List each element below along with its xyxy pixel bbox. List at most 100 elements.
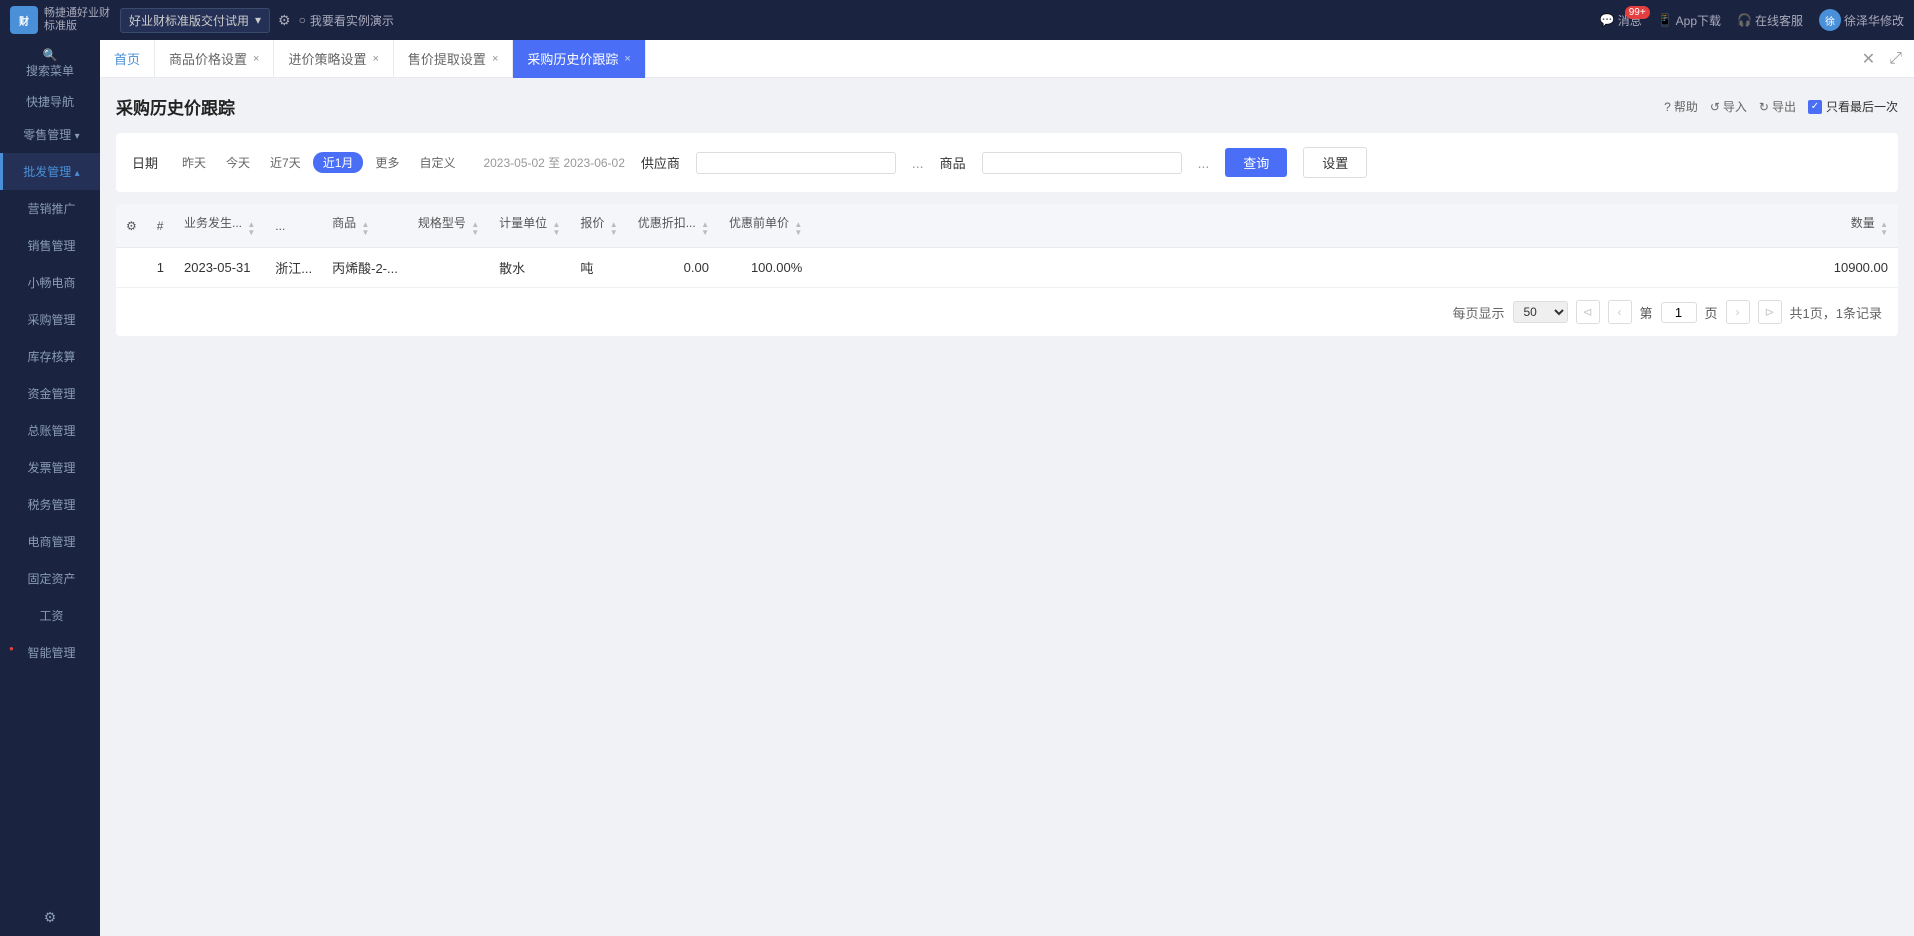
sidebar-item-assets[interactable]: 固定资产 xyxy=(0,560,100,597)
sort-arrows: ▲▼ xyxy=(247,221,255,237)
date-btn-today[interactable]: 今天 xyxy=(218,152,258,173)
export-icon: ↻ xyxy=(1759,100,1769,114)
page-input[interactable] xyxy=(1661,302,1697,323)
online-service-btn[interactable]: 🎧 在线客服 xyxy=(1737,12,1803,29)
supplier-more-icon[interactable]: ... xyxy=(912,155,924,171)
table-body: 1 2023-05-31 浙江... 丙烯酸-2-... 散水 吨 0.00 1… xyxy=(116,248,1898,288)
cell-date: 2023-05-31 xyxy=(174,248,265,288)
sidebar-item-retail[interactable]: 零售管理 ▾ xyxy=(0,116,100,153)
next-page-btn[interactable]: › xyxy=(1726,300,1750,324)
tab-goods-price[interactable]: 商品价格设置 × xyxy=(155,40,274,78)
sidebar-item-ledger[interactable]: 总账管理 xyxy=(0,412,100,449)
sidebar-item-salary[interactable]: 工资 xyxy=(0,597,100,634)
sidebar-item-label: 工资 xyxy=(39,609,63,623)
cell-price: 0.00 xyxy=(628,248,719,288)
close-icon[interactable]: × xyxy=(253,53,259,65)
sidebar-item-purchase[interactable]: 采购管理 xyxy=(0,301,100,338)
export-btn[interactable]: ↻ 导出 xyxy=(1759,98,1796,115)
close-icon[interactable]: × xyxy=(492,53,498,65)
date-btn-custom[interactable]: 自定义 xyxy=(411,152,463,173)
sidebar-item-label: 小畅电商 xyxy=(27,276,75,290)
sidebar-item-ai[interactable]: 智能管理 xyxy=(0,634,100,671)
goods-more-icon[interactable]: ... xyxy=(1198,155,1210,171)
sidebar-item-marketing[interactable]: 营销推广 xyxy=(0,190,100,227)
sidebar-item-label: 采购管理 xyxy=(27,313,75,327)
date-btn-yesterday[interactable]: 昨天 xyxy=(174,152,214,173)
edition-select[interactable]: 好业财标准版交付试用 ▾ xyxy=(120,8,270,33)
help-btn[interactable]: ? 帮助 xyxy=(1664,98,1698,115)
col-header-spec[interactable]: 规格型号 ▲▼ xyxy=(408,204,489,248)
tab-label: 进价策略设置 xyxy=(288,49,366,68)
sidebar-item-ecommerce-small[interactable]: 小畅电商 xyxy=(0,264,100,301)
sidebar-item-label: 批发管理 xyxy=(23,165,71,179)
sidebar-item-tax[interactable]: 税务管理 xyxy=(0,486,100,523)
demo-btn[interactable]: ○ 我要看实例演示 xyxy=(299,12,394,29)
prev-page-btn[interactable]: ‹ xyxy=(1608,300,1632,324)
col-header-goods[interactable]: 商品 ▲▼ xyxy=(322,204,408,248)
settings-icon-btn[interactable]: ⚙ xyxy=(278,12,291,29)
sidebar-item-label: 资金管理 xyxy=(27,387,75,401)
col-header-discount[interactable]: 优惠折扣... ▲▼ xyxy=(628,204,719,248)
table-wrap: ⚙ # 业务发生... ▲▼ ... 商品 ▲▼ xyxy=(116,204,1898,336)
sidebar-item-wholesale[interactable]: 批发管理 ▴ xyxy=(0,153,100,190)
tab-bar-controls: ✕ ⤢ xyxy=(1858,47,1914,71)
col-header-price[interactable]: 报价 ▲▼ xyxy=(570,204,627,248)
date-btn-1month[interactable]: 近1月 xyxy=(313,152,364,173)
close-tab-btn[interactable]: ✕ xyxy=(1858,47,1879,71)
col-header-unit[interactable]: 计量单位 ▲▼ xyxy=(489,204,570,248)
sidebar-item-inventory[interactable]: 库存核算 xyxy=(0,338,100,375)
tab-sale-extract[interactable]: 售价提取设置 × xyxy=(394,40,513,78)
col-header-gear[interactable]: ⚙ xyxy=(116,204,147,248)
expand-icon: ▾ xyxy=(75,131,80,142)
filter-settings-btn[interactable]: 设置 xyxy=(1303,147,1367,178)
sidebar-item-label: 发票管理 xyxy=(27,461,75,475)
main-layout: 🔍 搜索菜单 快捷导航 零售管理 ▾ 批发管理 ▴ 营销推广 销售管理 小畅电商… xyxy=(0,40,1914,936)
import-btn[interactable]: ↺ 导入 xyxy=(1710,98,1747,115)
sidebar-item-finance[interactable]: 资金管理 xyxy=(0,375,100,412)
tab-purchase-history[interactable]: 采购历史价跟踪 × xyxy=(513,40,645,78)
first-page-btn[interactable]: ⊲ xyxy=(1576,300,1600,324)
close-icon[interactable]: × xyxy=(372,53,378,65)
import-icon: ↺ xyxy=(1710,100,1720,114)
per-page-select[interactable]: 50 10 20 100 xyxy=(1513,301,1568,323)
col-header-base-price[interactable]: 优惠前单价 ▲▼ xyxy=(719,204,812,248)
goods-input[interactable] xyxy=(982,152,1182,174)
tab-label: 首页 xyxy=(114,49,140,68)
cell-base-price: 10900.00 xyxy=(812,248,1898,288)
close-icon[interactable]: × xyxy=(624,53,630,65)
only-last-checkbox[interactable]: ✓ 只看最后一次 xyxy=(1808,98,1898,115)
date-btn-more[interactable]: 更多 xyxy=(367,152,407,173)
query-btn[interactable]: 查询 xyxy=(1225,148,1287,177)
page-header: 采购历史价跟踪 ? 帮助 ↺ 导入 ↻ 导出 ✓ xyxy=(116,94,1898,119)
sidebar-item-label: 电商管理 xyxy=(27,535,75,549)
tab-label: 售价提取设置 xyxy=(408,49,486,68)
sidebar-item-label: 智能管理 xyxy=(27,646,75,660)
sidebar-settings-btn[interactable]: ⚙ xyxy=(0,899,100,936)
help-icon: ? xyxy=(1664,100,1671,114)
filter-row: 日期 昨天 今天 近7天 近1月 更多 自定义 2023-05-02 至 202… xyxy=(132,147,1882,178)
sidebar-item-invoice[interactable]: 发票管理 xyxy=(0,449,100,486)
sidebar-search[interactable]: 🔍 搜索菜单 xyxy=(0,40,100,87)
page-suffix: 页 xyxy=(1705,303,1718,322)
col-header-dots[interactable]: ... xyxy=(265,204,322,248)
user-profile-btn[interactable]: 徐 徐泽华修改 xyxy=(1819,9,1904,31)
col-header-qty[interactable]: 数量 ▲▼ xyxy=(812,204,1898,248)
tab-purchase-strategy[interactable]: 进价策略设置 × xyxy=(274,40,393,78)
sidebar-item-ecommerce[interactable]: 电商管理 xyxy=(0,523,100,560)
sidebar-quick-nav[interactable]: 快捷导航 xyxy=(0,87,100,116)
logo-text: 畅捷通好业财 标准版 xyxy=(44,7,110,33)
notification-btn[interactable]: 💬 消息 99+ xyxy=(1600,12,1642,29)
cell-gear[interactable] xyxy=(116,248,147,288)
app-download-btn[interactable]: 📱 App下载 xyxy=(1658,12,1721,29)
sidebar-item-label: 销售管理 xyxy=(27,239,75,253)
sidebar-item-sales[interactable]: 销售管理 xyxy=(0,227,100,264)
tab-home[interactable]: 首页 xyxy=(100,40,155,78)
maximize-tab-btn[interactable]: ⤢ xyxy=(1885,48,1906,70)
date-btn-7days[interactable]: 近7天 xyxy=(262,152,309,173)
demo-icon: ○ xyxy=(299,13,306,27)
message-icon: 💬 xyxy=(1600,13,1615,27)
col-header-date[interactable]: 业务发生... ▲▼ xyxy=(174,204,265,248)
supplier-input[interactable] xyxy=(696,152,896,174)
sort-arrows: ▲▼ xyxy=(794,221,802,237)
last-page-btn[interactable]: ⊳ xyxy=(1758,300,1782,324)
